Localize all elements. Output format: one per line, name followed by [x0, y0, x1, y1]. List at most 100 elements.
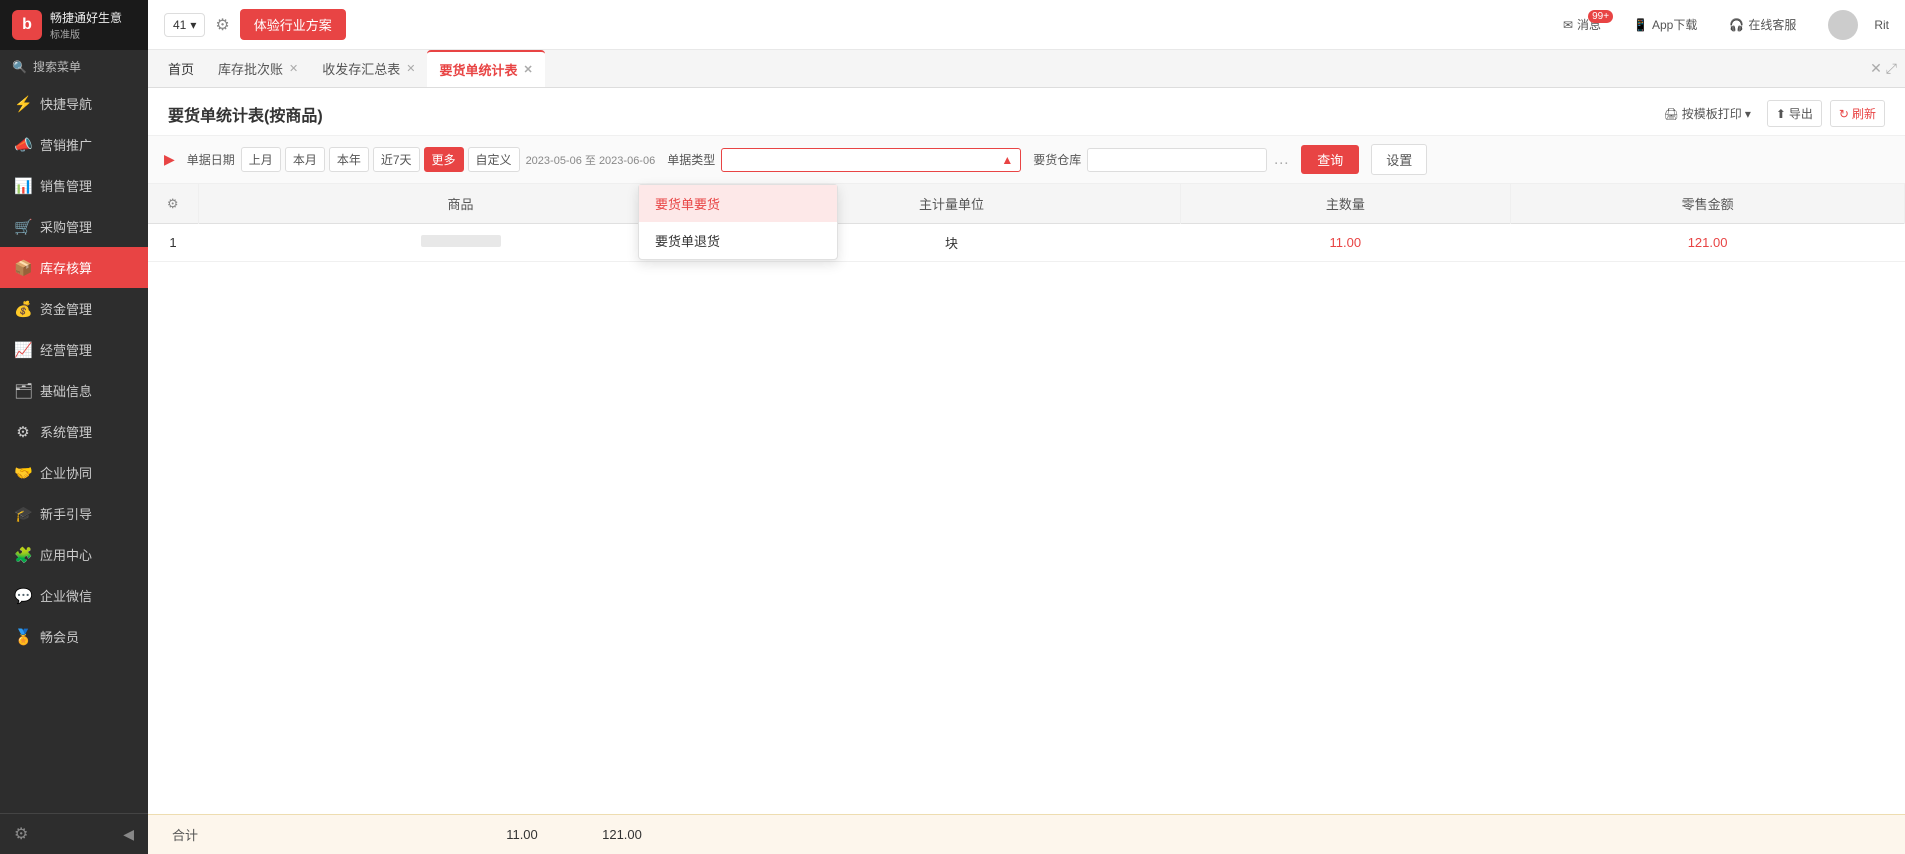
nav-label: 库存核算: [40, 258, 92, 277]
page-actions: 🖨 按模板打印 ▾ ⬆ 导出 ↻ 刷新: [1656, 100, 1885, 127]
filter-settings-btn[interactable]: 设置: [1371, 144, 1427, 175]
quick-icon: ⚡: [14, 95, 32, 113]
sidebar-logo: b 畅捷通好生意 标准版: [0, 0, 148, 50]
tab-batch[interactable]: 库存批次账 ✕: [206, 50, 310, 87]
app-download-btn[interactable]: 📱 App下载: [1633, 16, 1697, 33]
close-window-icon[interactable]: ✕: [1870, 60, 1882, 77]
filter-expand-icon[interactable]: ▶: [164, 151, 175, 168]
sidebar-item-guide[interactable]: 🎓 新手引导: [0, 493, 148, 534]
warehouse-filter-label: 要货仓库: [1033, 151, 1081, 168]
table-area: ⚙ 商品 主计量单位 主数量 零售金额 1 块: [148, 184, 1905, 814]
purchase-icon: 🛒: [14, 218, 32, 236]
date-btn-thismonth[interactable]: 本月: [285, 147, 325, 172]
date-btn-thisyear[interactable]: 本年: [329, 147, 369, 172]
date-btn-more[interactable]: 更多: [424, 147, 464, 172]
export-label: 导出: [1789, 105, 1813, 122]
query-btn[interactable]: 查询: [1301, 145, 1359, 174]
footer-amount: 121.00: [582, 827, 662, 842]
refresh-label: 刷新: [1852, 105, 1876, 122]
col-settings-header[interactable]: ⚙: [148, 184, 198, 224]
tab-resize-btns[interactable]: ✕ ⤢: [1870, 60, 1897, 77]
sidebar-item-sales[interactable]: 📊 销售管理: [0, 165, 148, 206]
nav-label: 基础信息: [40, 381, 92, 400]
sidebar-collapse-btn[interactable]: ◀: [123, 826, 134, 843]
topbar-right: ✉ 消息 99+ 📱 App下载 🎧 在线客服 Rit: [1563, 10, 1889, 40]
sidebar-item-quick[interactable]: ⚡ 快捷导航: [0, 83, 148, 124]
sidebar-item-basics[interactable]: 🗂 基础信息: [0, 370, 148, 411]
date-btn-custom[interactable]: 自定义: [468, 147, 520, 172]
sidebar-item-marketing[interactable]: 📣 营销推广: [0, 124, 148, 165]
logo-badge: 标准版: [50, 26, 122, 41]
dropdown-item-yaohuo[interactable]: 要货单要货: [639, 185, 837, 222]
tab-batch-label: 库存批次账: [218, 59, 283, 78]
table-footer: 合计 11.00 121.00: [148, 814, 1905, 854]
tab-collect[interactable]: 收发存汇总表 ✕: [310, 50, 427, 87]
system-icon: ⚙: [14, 423, 32, 441]
footer-total-label: 合计: [162, 825, 362, 844]
nav-label: 系统管理: [40, 422, 92, 441]
type-dropdown: 要货单要货 要货单退货: [638, 184, 838, 260]
search-icon: 🔍: [12, 60, 27, 74]
user-avatar[interactable]: [1828, 10, 1858, 40]
refresh-btn[interactable]: ↻ 刷新: [1830, 100, 1885, 127]
row-quantity: 11.00: [1180, 224, 1511, 262]
sidebar-item-inventory[interactable]: 📦 库存核算: [0, 247, 148, 288]
guide-icon: 🎓: [14, 505, 32, 523]
logo-title: 畅捷通好生意: [50, 9, 122, 26]
settings-gear-icon[interactable]: ⚙: [215, 15, 229, 35]
topbar-left: 41 ▾ ⚙ 体验行业方案: [164, 9, 346, 40]
date-btn-7days[interactable]: 近7天: [373, 147, 420, 172]
export-btn[interactable]: ⬆ 导出: [1767, 100, 1822, 127]
type-dropdown-arrow[interactable]: ▲: [1001, 153, 1013, 167]
filter-bar: ▶ 单据日期 上月 本月 本年 近7天 更多 自定义 2023-05-06 至 …: [148, 136, 1905, 184]
sidebar: b 畅捷通好生意 标准版 🔍 搜索菜单 ⚡ 快捷导航 📣 营销推广 📊 销售管理…: [0, 0, 148, 854]
sidebar-nav: ⚡ 快捷导航 📣 营销推广 📊 销售管理 🛒 采购管理 📦 库存核算 💰 资金管…: [0, 83, 148, 813]
date-btn-lastmonth[interactable]: 上月: [241, 147, 281, 172]
warehouse-more-icon[interactable]: …: [1273, 151, 1289, 169]
page-header: 要货单统计表(按商品) 🖨 按模板打印 ▾ ⬆ 导出 ↻ 刷新: [148, 88, 1905, 136]
nav-label: 新手引导: [40, 504, 92, 523]
basics-icon: 🗂: [14, 382, 32, 400]
sidebar-item-operations[interactable]: 📈 经营管理: [0, 329, 148, 370]
tab-requisition-label: 要货单统计表: [439, 60, 517, 79]
row-amount: 121.00: [1511, 224, 1905, 262]
nav-label: 营销推广: [40, 135, 92, 154]
search-menu-item[interactable]: 🔍 搜索菜单: [0, 50, 148, 83]
tab-collect-close[interactable]: ✕: [406, 62, 415, 75]
sidebar-item-collab[interactable]: 🤝 企业协同: [0, 452, 148, 493]
export-icon: ⬆: [1776, 107, 1786, 121]
type-filter-input[interactable]: [721, 148, 1021, 172]
company-selector[interactable]: 41 ▾: [164, 13, 205, 37]
company-label: 41: [173, 18, 186, 32]
inventory-icon: 📦: [14, 259, 32, 277]
sidebar-item-system[interactable]: ⚙ 系统管理: [0, 411, 148, 452]
tab-requisition[interactable]: 要货单统计表 ✕: [427, 50, 544, 87]
tab-batch-close[interactable]: ✕: [289, 62, 298, 75]
trial-btn[interactable]: 体验行业方案: [240, 9, 346, 40]
type-filter-group: 单据类型 ▲: [667, 148, 1021, 172]
nav-label: 畅会员: [40, 627, 79, 646]
settings-icon[interactable]: ⚙: [14, 824, 28, 844]
selector-arrow-icon: ▾: [190, 18, 196, 32]
sidebar-item-finance[interactable]: 💰 资金管理: [0, 288, 148, 329]
tab-home[interactable]: 首页: [156, 50, 206, 87]
sidebar-item-apps[interactable]: 🧩 应用中心: [0, 534, 148, 575]
footer-quantity: 11.00: [482, 827, 562, 842]
sidebar-item-wechat[interactable]: 💬 企业微信: [0, 575, 148, 616]
warehouse-filter-input[interactable]: [1087, 148, 1267, 172]
nav-label: 经营管理: [40, 340, 92, 359]
message-btn[interactable]: ✉ 消息 99+: [1563, 16, 1601, 33]
col-settings-icon[interactable]: ⚙: [167, 196, 179, 211]
sidebar-item-member[interactable]: 🏅 畅会员: [0, 616, 148, 657]
sidebar-item-purchase[interactable]: 🛒 采购管理: [0, 206, 148, 247]
refresh-icon: ↻: [1839, 107, 1849, 121]
expand-icon[interactable]: ⤢: [1886, 60, 1897, 77]
dropdown-item-tuihuo[interactable]: 要货单退货: [639, 222, 837, 259]
tab-requisition-close[interactable]: ✕: [524, 63, 533, 76]
app-download-label: App下载: [1652, 16, 1697, 33]
online-service-btn[interactable]: 🎧 在线客服: [1729, 16, 1796, 33]
search-label: 搜索菜单: [33, 58, 81, 75]
print-btn[interactable]: 🖨 按模板打印 ▾: [1656, 101, 1759, 126]
message-icon: ✉: [1563, 18, 1573, 32]
online-service-label: 在线客服: [1748, 16, 1796, 33]
